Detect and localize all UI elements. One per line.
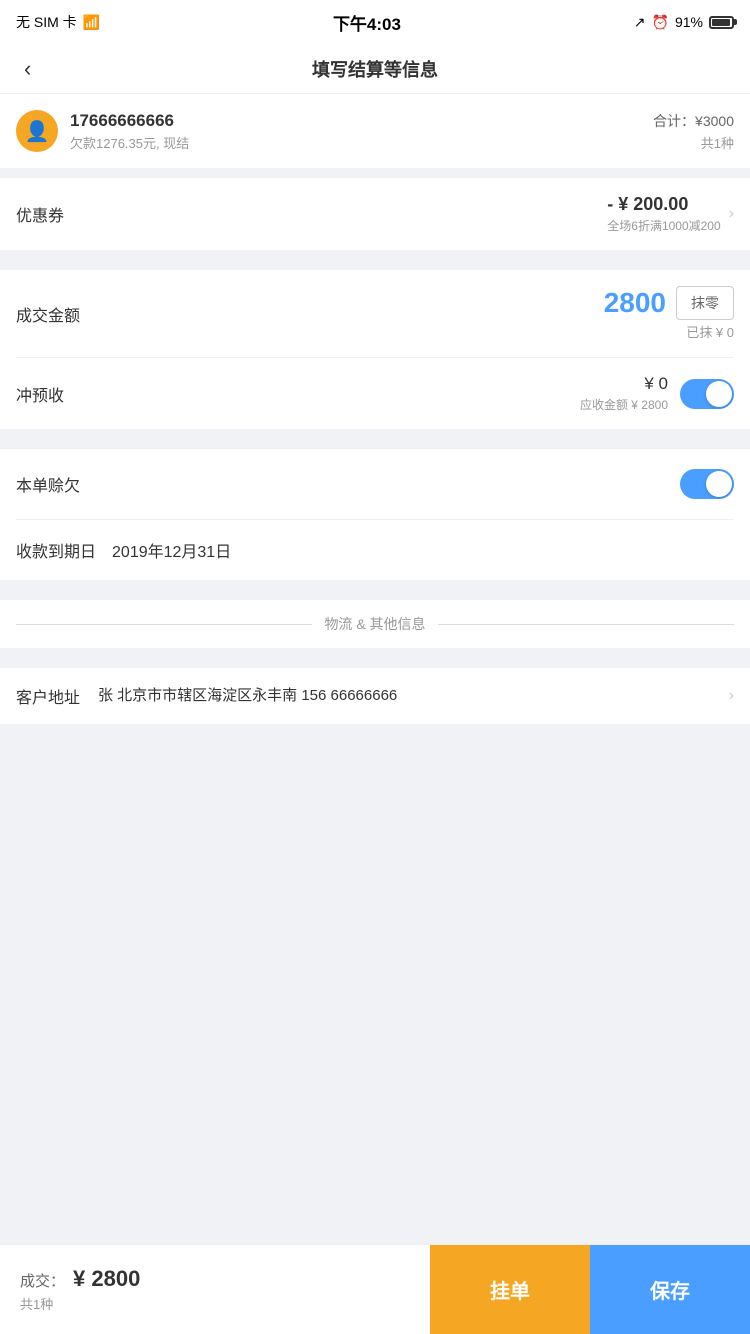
deal-amount-row: 成交金额 2800 抹零 已抹 ¥ 0	[16, 270, 734, 357]
discount-info: - ¥ 200.00 全场6折满1000减200	[607, 194, 720, 234]
divider-4	[0, 658, 750, 668]
back-button[interactable]: ‹	[16, 48, 39, 90]
debt-label: 本单赊欠	[16, 472, 80, 496]
page-title: 填写结算等信息	[312, 56, 438, 82]
status-right: ↗ ⏰ 91%	[634, 14, 734, 31]
content: 👤 17666666666 欠款1276.35元, 现结 合计：¥3000 共1…	[0, 94, 750, 874]
debt-section: 本单赊欠 收款到期日 2019年12月31日	[0, 449, 750, 580]
divider-3	[0, 590, 750, 600]
wifi-icon: 📶	[83, 14, 100, 31]
bottom-summary: 成交： ¥ 2800 共1种	[0, 1266, 430, 1313]
precharge-label: 冲预收	[16, 382, 64, 406]
deal-amount-label: 成交金额	[16, 302, 80, 326]
status-time: 下午4:03	[333, 10, 401, 35]
logistics-header: 物流 & 其他信息	[16, 600, 734, 648]
debt-toggle-knob	[706, 471, 732, 497]
alarm-icon: ⏰	[652, 14, 669, 31]
bottom-deal-amount: ¥ 2800	[73, 1266, 140, 1292]
precharge-row: 冲预收 ¥ 0 应收金额 ¥ 2800	[16, 358, 734, 429]
hold-button[interactable]: 挂单	[430, 1245, 590, 1334]
address-value: 张 北京市市辖区海淀区永丰南 156 66666666	[98, 685, 717, 708]
logistics-line-left	[16, 624, 312, 625]
customer-row: 👤 17666666666 欠款1276.35元, 现结 合计：¥3000 共1…	[16, 94, 734, 168]
logistics-line-right	[438, 624, 734, 625]
discount-sub: 全场6折满1000减200	[607, 217, 720, 234]
customer-sub: 欠款1276.35元, 现结	[70, 133, 189, 152]
bottom-count: 共1种	[20, 1294, 410, 1313]
status-left: 无 SIM 卡 📶	[16, 12, 100, 32]
battery-percent: 91%	[675, 14, 703, 30]
customer-right: 合计：¥3000 共1种	[653, 111, 734, 152]
bottom-bar: 成交： ¥ 2800 共1种 挂单 保存	[0, 1244, 750, 1334]
amount-section: 成交金额 2800 抹零 已抹 ¥ 0 冲预收 ¥ 0 应收金额 ¥ 2800	[0, 270, 750, 429]
due-date-value: 2019年12月31日	[112, 538, 231, 562]
round-button[interactable]: 抹零	[676, 286, 734, 320]
divider-2	[0, 439, 750, 449]
debt-row: 本单赊欠	[16, 449, 734, 519]
due-date-row: 收款到期日 2019年12月31日	[16, 520, 734, 580]
save-button[interactable]: 保存	[590, 1245, 750, 1334]
amount-sub: 已抹 ¥ 0	[686, 322, 734, 341]
discount-row[interactable]: 优惠券 - ¥ 200.00 全场6折满1000减200 ›	[16, 178, 734, 250]
precharge-amount: ¥ 0 应收金额 ¥ 2800	[580, 374, 668, 413]
customer-section: 👤 17666666666 欠款1276.35元, 现结 合计：¥3000 共1…	[0, 94, 750, 168]
spacer	[0, 734, 750, 774]
discount-section: 优惠券 - ¥ 200.00 全场6折满1000减200 ›	[0, 178, 750, 250]
avatar-icon: 👤	[25, 119, 50, 144]
amount-center: 2800 抹零	[604, 286, 734, 320]
logistics-text: 物流 & 其他信息	[324, 614, 425, 634]
battery-bar	[709, 16, 734, 29]
address-label: 客户地址	[16, 684, 86, 708]
status-bar: 无 SIM 卡 📶 下午4:03 ↗ ⏰ 91%	[0, 0, 750, 44]
discount-right: - ¥ 200.00 全场6折满1000减200 ›	[607, 194, 734, 234]
due-date-label: 收款到期日	[16, 538, 96, 562]
precharge-toggle[interactable]	[680, 379, 734, 409]
deal-amount-value: 2800	[604, 287, 666, 319]
battery-fill	[712, 19, 730, 26]
nav-bar: ‹ 填写结算等信息	[0, 44, 750, 94]
logistics-section: 物流 & 其他信息	[0, 600, 750, 648]
discount-value: - ¥ 200.00	[607, 194, 720, 215]
discount-label: 优惠券	[16, 202, 64, 226]
customer-phone: 17666666666	[70, 111, 189, 131]
avatar: 👤	[16, 110, 58, 152]
total-count: 共1种	[653, 133, 734, 152]
address-chevron: ›	[729, 687, 734, 705]
precharge-sub: 应收金额 ¥ 2800	[580, 396, 668, 413]
address-section: 客户地址 张 北京市市辖区海淀区永丰南 156 66666666 ›	[0, 668, 750, 724]
customer-info: 17666666666 欠款1276.35元, 现结	[70, 111, 189, 152]
location-icon: ↗	[634, 14, 646, 31]
precharge-right: ¥ 0 应收金额 ¥ 2800	[580, 374, 734, 413]
total-label: 合计：¥3000	[653, 111, 734, 131]
divider-1	[0, 260, 750, 270]
precharge-value: ¥ 0	[580, 374, 668, 394]
precharge-toggle-knob	[706, 381, 732, 407]
customer-left: 👤 17666666666 欠款1276.35元, 现结	[16, 110, 189, 152]
address-row[interactable]: 客户地址 张 北京市市辖区海淀区永丰南 156 66666666 ›	[16, 668, 734, 724]
bottom-deal: 成交： ¥ 2800	[20, 1266, 410, 1292]
discount-chevron: ›	[729, 205, 734, 223]
debt-toggle[interactable]	[680, 469, 734, 499]
bottom-deal-label: 成交：	[20, 1270, 65, 1291]
no-sim-label: 无 SIM 卡	[16, 12, 77, 32]
